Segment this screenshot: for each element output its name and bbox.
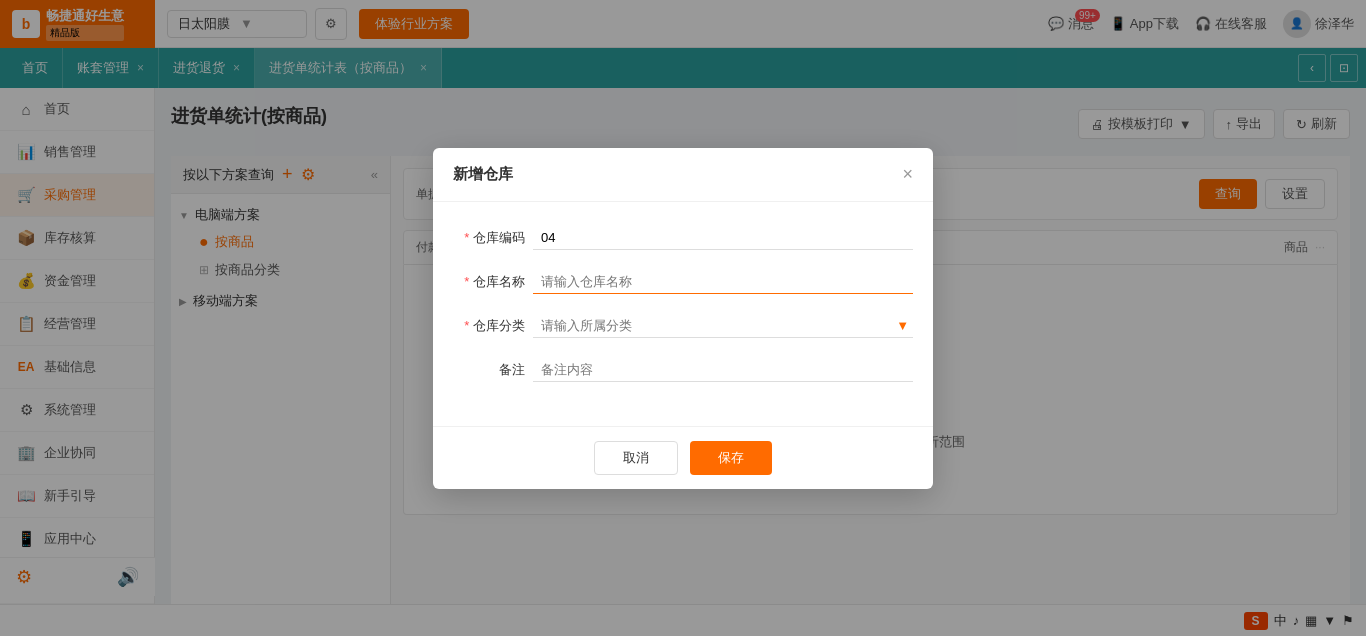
modal-body: 仓库编码 仓库名称 仓库分类 ▼ 备注 [433, 202, 933, 426]
form-row-category: 仓库分类 ▼ [453, 314, 913, 338]
form-label-name: 仓库名称 [453, 273, 533, 291]
modal-header: 新增仓库 × [433, 148, 933, 202]
warehouse-category-input[interactable] [533, 314, 896, 337]
form-row-code: 仓库编码 [453, 226, 913, 250]
modal-title: 新增仓库 [453, 165, 513, 184]
save-button[interactable]: 保存 [690, 441, 772, 475]
warehouse-name-input[interactable] [533, 270, 913, 294]
form-label-category: 仓库分类 [453, 317, 533, 335]
new-warehouse-modal: 新增仓库 × 仓库编码 仓库名称 仓库分类 ▼ [433, 148, 933, 489]
modal-close-button[interactable]: × [902, 164, 913, 185]
form-row-name: 仓库名称 [453, 270, 913, 294]
form-row-remark: 备注 [453, 358, 913, 382]
modal-overlay: 新增仓库 × 仓库编码 仓库名称 仓库分类 ▼ [0, 0, 1366, 636]
category-select-wrap: ▼ [533, 314, 913, 338]
form-label-remark: 备注 [453, 361, 533, 379]
cancel-button[interactable]: 取消 [594, 441, 678, 475]
warehouse-remark-input[interactable] [533, 358, 913, 382]
category-dropdown-arrow[interactable]: ▼ [896, 318, 909, 333]
form-label-code: 仓库编码 [453, 229, 533, 247]
modal-footer: 取消 保存 [433, 426, 933, 489]
warehouse-code-input[interactable] [533, 226, 913, 250]
